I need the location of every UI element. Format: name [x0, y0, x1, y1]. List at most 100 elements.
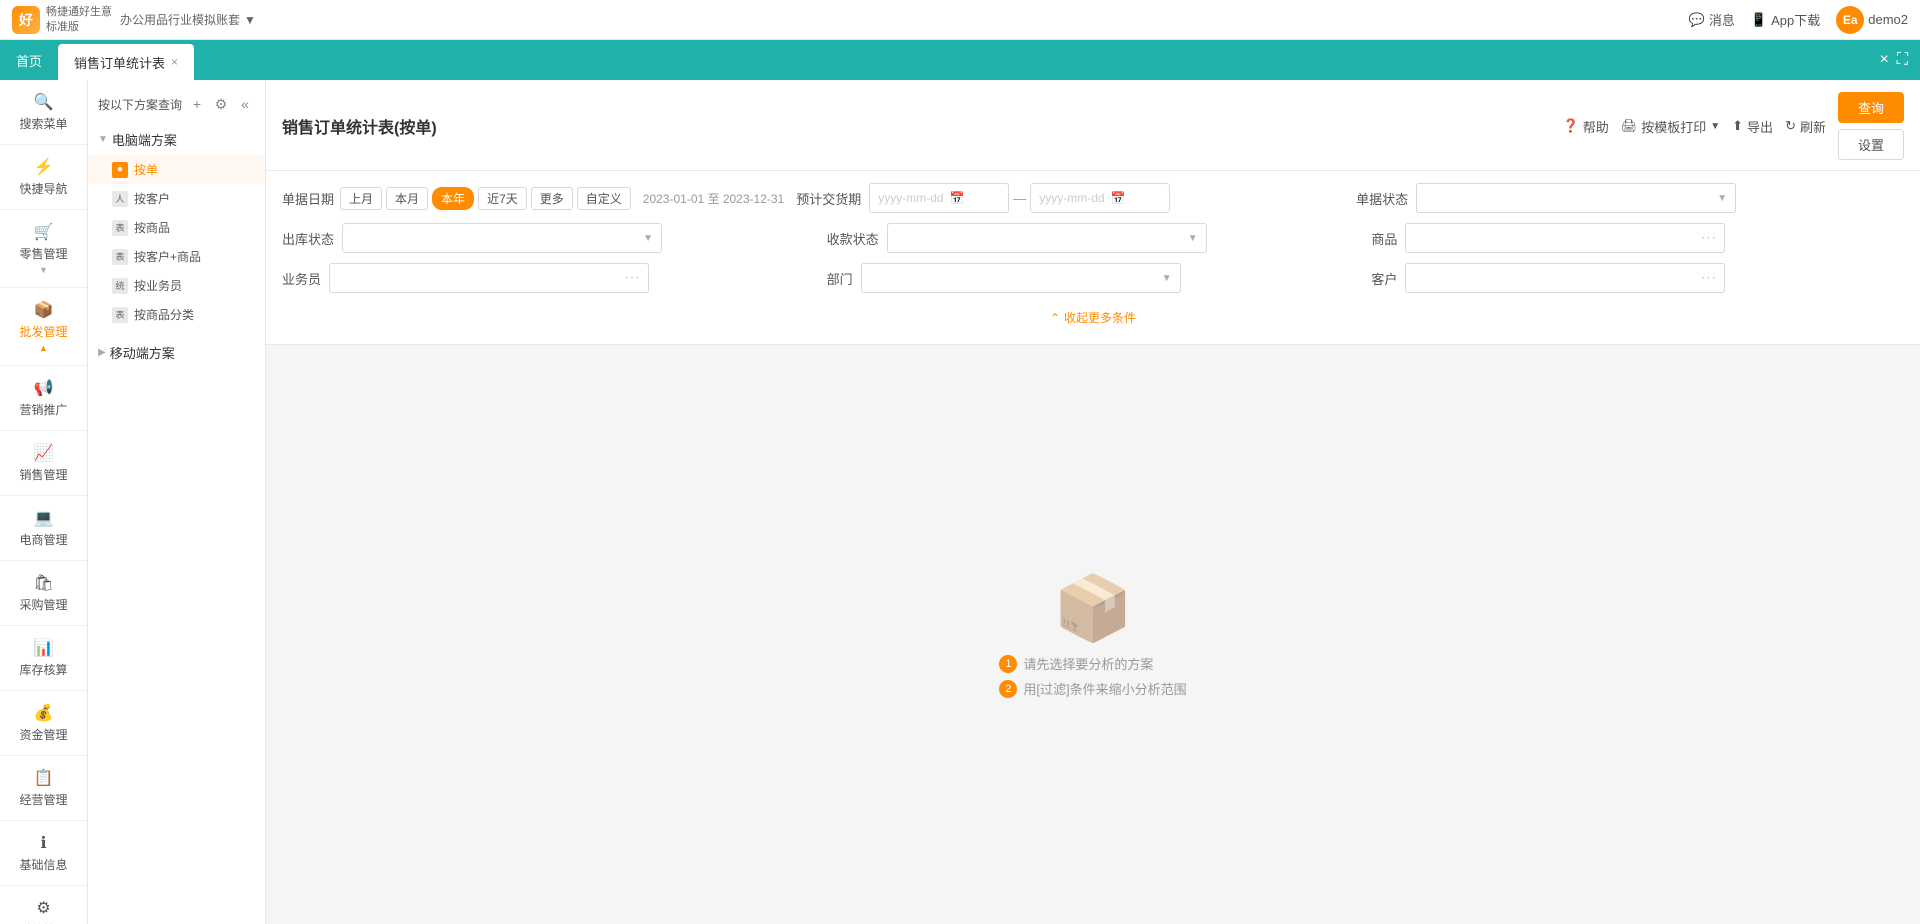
tab-maximize-btn[interactable]: ⛶ [1897, 51, 1908, 69]
refresh-btn[interactable]: ↻ 刷新 [1785, 117, 1826, 136]
scheme-by-customer[interactable]: 人 按客户 [88, 184, 265, 213]
goods-more-icon[interactable]: ··· [1700, 229, 1716, 247]
left-panel-actions: + ⚙ « [187, 94, 255, 114]
mobile-scheme-parent[interactable]: ▶ 移动端方案 [88, 337, 265, 368]
empty-state: 📦 1 请先选择要分析的方案 2 用[过滤]条件来缩小分析范围 [266, 345, 1920, 924]
export-btn[interactable]: ⬆ 导出 [1732, 117, 1773, 136]
page-header: 销售订单统计表(按单) ❓ 帮助 🖨 按模板打印 ▼ ⬆ [266, 80, 1920, 171]
goods-input[interactable]: ··· [1405, 223, 1725, 253]
page-title: 销售订单统计表(按单) [282, 114, 437, 138]
quick-nav-icon: ⚡ [34, 157, 54, 177]
print-icon: 🖨 [1621, 118, 1638, 134]
this-month-btn[interactable]: 本月 [386, 187, 428, 210]
main-layout: 🔍 搜索菜单 ⚡ 快捷导航 🛒 零售管理 ▼ 📦 批发管理 ▲ 📢 营销推广 📈… [0, 80, 1920, 924]
sidebar-item-inventory[interactable]: 📊 库存核算 [0, 626, 87, 691]
topbar: 好 畅捷通好生意 标准版 办公用品行业模拟账套 ▼ 💬 消息 📱 App下载 E… [0, 0, 1920, 40]
marketing-icon: 📢 [34, 378, 54, 398]
content-area: 按以下方案查询 + ⚙ « ▼ 电脑端方案 ● 按单 人 按客户 [88, 80, 1920, 924]
scheme-by-category[interactable]: 表 按商品分类 [88, 300, 265, 329]
page-actions: ❓ 帮助 🖨 按模板打印 ▼ ⬆ 导出 ↻ [1563, 92, 1905, 160]
sidebar-item-retail[interactable]: 🛒 零售管理 ▼ [0, 210, 87, 288]
scheme-by-order[interactable]: ● 按单 [88, 155, 265, 184]
calendar-end-icon[interactable]: 📅 [1111, 191, 1126, 205]
customer-input[interactable]: ··· [1405, 263, 1725, 293]
scheme-settings-btn[interactable]: ⚙ [211, 94, 231, 114]
user-menu[interactable]: Ea demo2 [1836, 6, 1908, 34]
bill-status-select[interactable]: ▼ [1416, 183, 1736, 213]
tab-close-btn[interactable]: × [171, 55, 178, 69]
expected-date-start[interactable]: yyyy-mm-dd 📅 [869, 183, 1009, 213]
refresh-icon: ↻ [1785, 118, 1796, 134]
filter-row-1: 单据日期 上月 本月 本年 近7天 更多 自定义 2023-01-01 至 20… [282, 183, 1904, 213]
sidebar-item-marketing[interactable]: 📢 营销推广 [0, 366, 87, 431]
department-select[interactable]: ▼ [861, 263, 1181, 293]
sidebar-item-basic[interactable]: ℹ 基础信息 [0, 821, 87, 886]
salesperson-filter: 业务员 ··· [282, 263, 815, 293]
more-date-btn[interactable]: 更多 [531, 187, 573, 210]
app-download-icon: 📱 [1751, 12, 1767, 28]
tip-2-num: 2 [999, 680, 1017, 698]
pc-scheme-arrow-icon: ▼ [98, 134, 108, 145]
empty-tips: 1 请先选择要分析的方案 2 用[过滤]条件来缩小分析范围 [999, 654, 1186, 698]
template-print-btn[interactable]: 🖨 按模板打印 ▼ [1621, 117, 1720, 136]
settings-button[interactable]: 设置 [1838, 129, 1904, 160]
tab-home[interactable]: 首页 [0, 40, 58, 80]
retail-icon: 🛒 [34, 222, 54, 242]
message-btn[interactable]: 💬 消息 [1689, 10, 1735, 29]
sidebar-item-sales[interactable]: 📈 销售管理 [0, 431, 87, 496]
department-filter: 部门 ▼ [827, 263, 1360, 293]
by-goods-icon: 表 [112, 220, 128, 236]
tab-sales-order[interactable]: 销售订单统计表 × [58, 44, 194, 80]
query-button[interactable]: 查询 [1838, 92, 1904, 123]
logo-text: 畅捷通好生意 标准版 [46, 5, 112, 34]
help-btn[interactable]: ❓ 帮助 [1563, 117, 1609, 136]
salesperson-more-icon[interactable]: ··· [624, 269, 640, 287]
last-7-days-btn[interactable]: 近7天 [478, 187, 527, 210]
by-salesperson-icon: 统 [112, 278, 128, 294]
purchase-icon: 🛍 [33, 573, 53, 593]
last-month-btn[interactable]: 上月 [340, 187, 382, 210]
custom-date-btn[interactable]: 自定义 [577, 187, 631, 210]
salesperson-input[interactable]: ··· [329, 263, 649, 293]
sales-icon: 📈 [34, 443, 54, 463]
sidebar-item-finance[interactable]: 💰 资金管理 [0, 691, 87, 756]
search-icon: 🔍 [34, 92, 54, 112]
mobile-scheme-arrow-icon: ▶ [98, 347, 106, 358]
expected-date-input: yyyy-mm-dd 📅 — yyyy-mm-dd 📅 [869, 183, 1170, 213]
collapse-filters-btn[interactable]: ⌃ 收起更多条件 [282, 303, 1904, 332]
date-filter-btns: 上月 本月 本年 近7天 更多 自定义 [340, 187, 631, 210]
left-panel-header: 按以下方案查询 + ⚙ « [88, 88, 265, 120]
scheme-by-customer-goods[interactable]: 表 按客户+商品 [88, 242, 265, 271]
by-customer-icon: 人 [112, 191, 128, 207]
sidebar-item-quick-nav[interactable]: ⚡ 快捷导航 [0, 145, 87, 210]
expected-date-filter: 预计交货期 yyyy-mm-dd 📅 — yyyy-mm-dd 📅 [796, 183, 1344, 213]
sidebar-item-search-menu[interactable]: 🔍 搜索菜单 [0, 80, 87, 145]
collapse-panel-btn[interactable]: « [235, 94, 255, 114]
scheme-by-salesperson[interactable]: 统 按业务员 [88, 271, 265, 300]
message-icon: 💬 [1689, 12, 1705, 28]
tab-minimize-btn[interactable]: × [1879, 51, 1888, 69]
finance-icon: 💰 [34, 703, 54, 723]
sidebar-item-purchase[interactable]: 🛍 采购管理 [0, 561, 87, 626]
sidebar-item-operations[interactable]: 📋 经营管理 [0, 756, 87, 821]
retail-arrow-icon: ▼ [39, 265, 48, 275]
tabbar: 首页 销售订单统计表 × × ⛶ [0, 40, 1920, 80]
scheme-by-goods[interactable]: 表 按商品 [88, 213, 265, 242]
left-panel: 按以下方案查询 + ⚙ « ▼ 电脑端方案 ● 按单 人 按客户 [88, 80, 266, 924]
system-icon: ⚙ [36, 898, 50, 918]
calendar-start-icon[interactable]: 📅 [950, 191, 965, 205]
customer-more-icon[interactable]: ··· [1700, 269, 1716, 287]
empty-illustration: 📦 [1053, 571, 1133, 646]
delivery-status-select[interactable]: ▼ [342, 223, 662, 253]
payment-status-select[interactable]: ▼ [887, 223, 1207, 253]
delivery-status-filter: 出库状态 ▼ [282, 223, 815, 253]
app-download-btn[interactable]: 📱 App下载 [1751, 10, 1820, 29]
breadcrumb[interactable]: 办公用品行业模拟账套 ▼ [120, 11, 256, 28]
sidebar-item-wholesale[interactable]: 📦 批发管理 ▲ [0, 288, 87, 366]
pc-scheme-parent[interactable]: ▼ 电脑端方案 [88, 124, 265, 155]
sidebar-item-ecommerce[interactable]: 💻 电商管理 [0, 496, 87, 561]
add-scheme-btn[interactable]: + [187, 94, 207, 114]
expected-date-end[interactable]: yyyy-mm-dd 📅 [1030, 183, 1170, 213]
this-year-btn[interactable]: 本年 [432, 187, 474, 210]
sidebar-item-system[interactable]: ⚙ 系统管理 [0, 886, 87, 924]
